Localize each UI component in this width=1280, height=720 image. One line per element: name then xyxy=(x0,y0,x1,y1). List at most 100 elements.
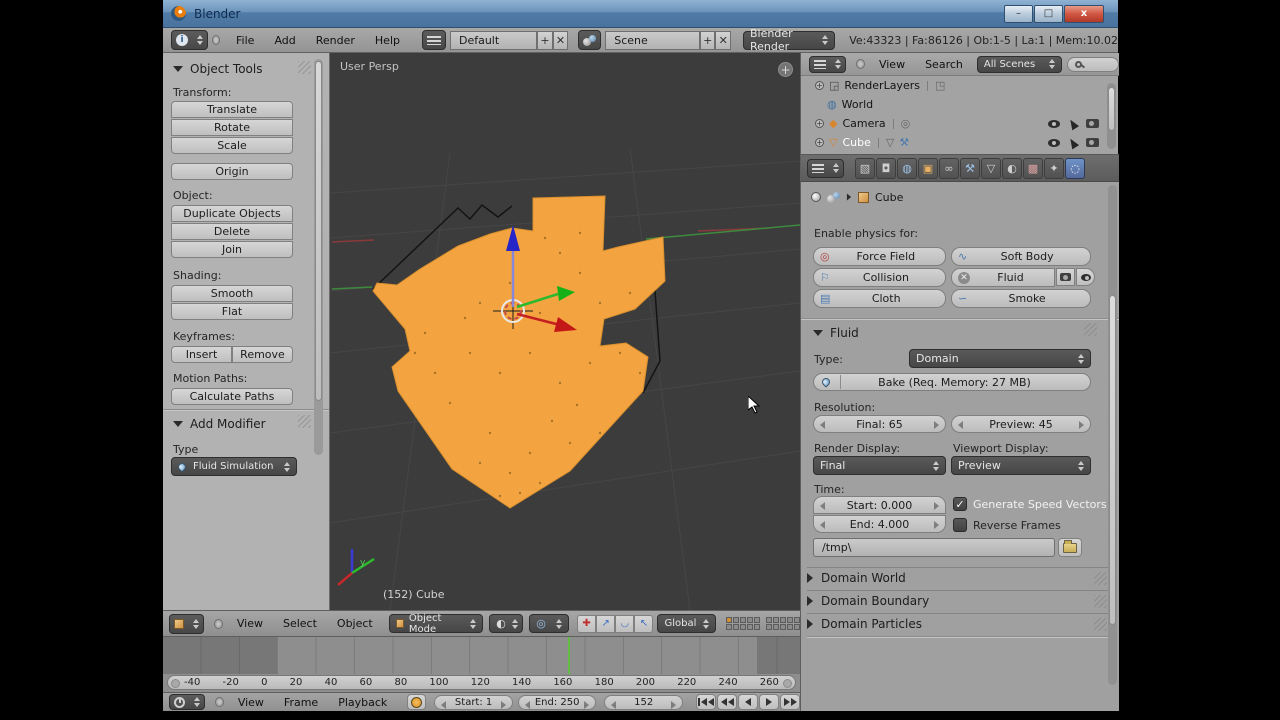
delete-button[interactable]: Delete xyxy=(171,223,293,240)
renderable-camera-icon[interactable] xyxy=(1086,119,1099,128)
transform-orientation-select[interactable]: Global xyxy=(657,614,716,633)
panel-grip[interactable] xyxy=(1084,323,1097,336)
collapse-menus-icon[interactable] xyxy=(214,618,223,629)
layers-grid[interactable] xyxy=(726,617,760,630)
selectable-pointer-icon[interactable] xyxy=(1066,136,1080,149)
modifier-type-select[interactable]: Fluid Simulation xyxy=(171,457,297,476)
scene-icon-button[interactable] xyxy=(578,30,602,50)
current-frame-field[interactable]: 152 xyxy=(604,694,683,710)
speed-vectors-checkbox[interactable]: ✓ xyxy=(953,497,967,511)
fluid-type-select[interactable]: Domain xyxy=(909,349,1091,368)
manipulator-scale-toggle[interactable]: ↖ xyxy=(634,614,654,633)
outliner-item-camera[interactable]: + ◆ Camera ◎ xyxy=(801,114,1119,133)
scale-button[interactable]: Scale xyxy=(171,137,293,154)
layers-grid-2[interactable] xyxy=(766,617,800,630)
flat-button[interactable]: Flat xyxy=(171,303,293,320)
increment-icon[interactable] xyxy=(671,700,676,709)
collapse-menus-icon[interactable] xyxy=(215,697,224,707)
jump-to-start-button[interactable] xyxy=(696,694,716,710)
add-scene-button[interactable]: + xyxy=(699,30,716,50)
close-button[interactable]: x xyxy=(1064,4,1104,23)
time-start-field[interactable]: Start: 0.000 xyxy=(813,496,946,514)
selectable-pointer-icon[interactable] xyxy=(1066,117,1080,130)
origin-button[interactable]: Origin xyxy=(171,163,293,180)
editor-type-selector[interactable]: i xyxy=(171,30,208,50)
translate-button[interactable]: Translate xyxy=(171,101,293,118)
tab-texture[interactable]: ▩ xyxy=(1023,157,1043,179)
collapse-menus-icon[interactable] xyxy=(856,59,865,69)
scrollbar-left-cap[interactable] xyxy=(171,679,180,688)
delete-scene-button[interactable]: ✕ xyxy=(715,30,731,50)
reverse-frames-checkbox[interactable] xyxy=(953,518,967,532)
smoke-button[interactable]: ∽ Smoke xyxy=(951,289,1091,308)
domain-world-panel-header[interactable]: Domain World xyxy=(807,567,1113,587)
minimize-button[interactable]: – xyxy=(1004,4,1033,23)
panel-grip[interactable] xyxy=(298,415,311,428)
timeline-scrub-area[interactable] xyxy=(163,637,800,674)
expand-icon[interactable]: + xyxy=(815,119,824,128)
smooth-button[interactable]: Smooth xyxy=(171,285,293,302)
increment-icon[interactable] xyxy=(500,700,506,709)
menu-view[interactable]: View xyxy=(871,56,913,73)
visibility-eye-icon[interactable] xyxy=(1048,138,1060,147)
decrement-icon[interactable] xyxy=(820,421,825,429)
pin-icon[interactable] xyxy=(811,192,821,202)
scene-field[interactable]: Scene xyxy=(605,30,700,50)
pivot-point-select[interactable]: ◎ xyxy=(529,614,569,633)
decrement-icon[interactable] xyxy=(958,421,963,429)
menu-render[interactable]: Render xyxy=(308,32,363,49)
menu-playback[interactable]: Playback xyxy=(330,694,395,711)
resolution-final-field[interactable]: Final: 65 xyxy=(813,415,946,433)
tab-world[interactable]: ◍ xyxy=(897,157,917,179)
time-end-field[interactable]: End: 4.000 xyxy=(813,515,946,533)
panel-grip[interactable] xyxy=(298,61,311,74)
calculate-paths-button[interactable]: Calculate Paths xyxy=(171,388,293,405)
cache-path-field[interactable]: /tmp\ xyxy=(813,538,1055,557)
rotate-button[interactable]: Rotate xyxy=(171,119,293,136)
remove-keyframe-button[interactable]: Remove xyxy=(232,346,293,363)
fluid-render-toggle[interactable] xyxy=(1056,268,1075,286)
increment-icon[interactable] xyxy=(934,502,939,510)
tab-scene[interactable]: ◘ xyxy=(876,157,896,179)
cloth-button[interactable]: ▤ Cloth xyxy=(813,289,946,308)
decrement-icon[interactable] xyxy=(611,700,617,709)
outliner-search-field[interactable] xyxy=(1067,56,1119,72)
outliner-scrollbar[interactable] xyxy=(1107,83,1116,149)
render-display-select[interactable]: Final xyxy=(813,456,946,475)
decrement-icon[interactable] xyxy=(820,521,825,529)
fluid-button[interactable]: ✕ Fluid xyxy=(951,268,1055,287)
maximize-button[interactable]: □ xyxy=(1034,4,1063,23)
play-button[interactable] xyxy=(759,694,779,710)
menu-help[interactable]: Help xyxy=(367,32,408,49)
object-tools-panel-header[interactable]: Object Tools xyxy=(173,62,262,76)
expand-icon[interactable]: + xyxy=(815,138,824,147)
menu-object[interactable]: Object xyxy=(329,615,381,632)
panel-grip[interactable] xyxy=(1094,595,1107,608)
increment-icon[interactable] xyxy=(934,521,939,529)
delete-layout-button[interactable]: ✕ xyxy=(552,30,569,50)
menu-view[interactable]: View xyxy=(229,615,271,632)
menu-select[interactable]: Select xyxy=(275,615,325,632)
editor-type-selector[interactable] xyxy=(809,55,846,73)
screen-layout-icon-button[interactable] xyxy=(421,30,446,50)
decrement-icon[interactable] xyxy=(441,700,447,709)
resolution-preview-field[interactable]: Preview: 45 xyxy=(951,415,1091,433)
manipulator-rotate-toggle[interactable]: ◡ xyxy=(615,614,635,633)
insert-keyframe-button[interactable]: Insert xyxy=(171,346,232,363)
decrement-icon[interactable] xyxy=(820,502,825,510)
add-modifier-panel-header[interactable]: Add Modifier xyxy=(173,417,266,431)
collision-button[interactable]: ⚐ Collision xyxy=(813,268,946,287)
tool-shelf-scrollbar[interactable] xyxy=(314,59,323,455)
visibility-eye-icon[interactable] xyxy=(1048,119,1060,128)
menu-file[interactable]: File xyxy=(228,32,262,49)
duplicate-objects-button[interactable]: Duplicate Objects xyxy=(171,205,293,222)
fluid-panel-header[interactable]: Fluid xyxy=(813,326,859,340)
current-frame-marker[interactable] xyxy=(568,637,570,674)
add-layout-button[interactable]: + xyxy=(537,30,553,50)
domain-particles-panel-header[interactable]: Domain Particles xyxy=(807,613,1113,633)
tab-material[interactable]: ◐ xyxy=(1002,157,1022,179)
bake-button[interactable]: Bake (Req. Memory: 27 MB) xyxy=(813,373,1091,391)
outliner-item-cube[interactable]: + ▽ Cube ▽ ⚒ xyxy=(801,133,1119,152)
panel-grip[interactable] xyxy=(1094,618,1107,631)
soft-body-button[interactable]: ∿ Soft Body xyxy=(951,247,1091,266)
